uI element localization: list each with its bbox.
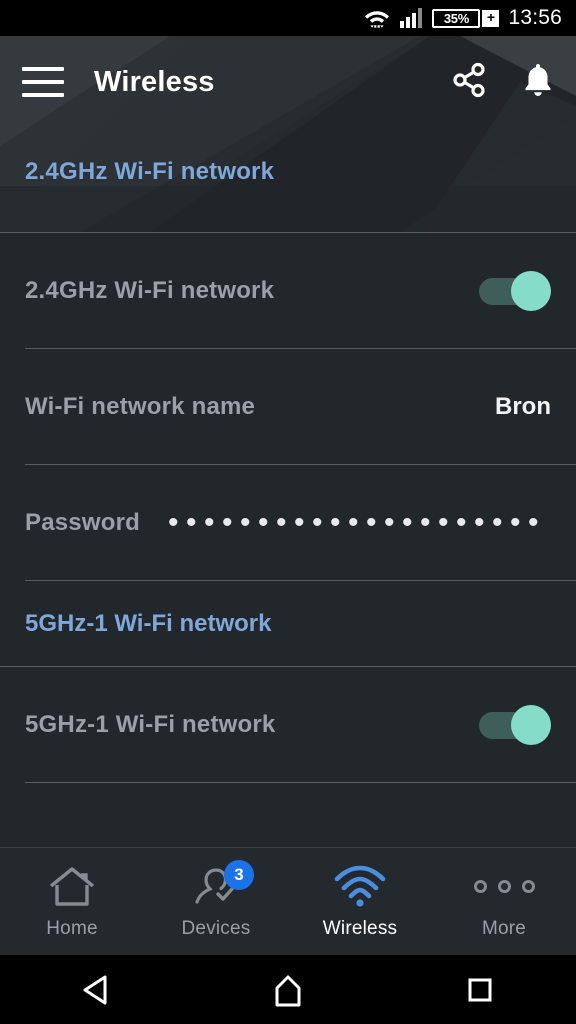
battery-percent: 35% <box>432 8 481 28</box>
nav-label: More <box>481 917 527 939</box>
android-system-nav <box>0 955 576 1024</box>
row-label: 2.4GHz Wi-Fi network <box>25 276 275 304</box>
phone-screen: 35% + 13:56 Wireless 2.4GHz Wi-Fi networ… <box>0 0 576 1024</box>
page-title: Wireless <box>94 65 215 98</box>
person-check-icon: 3 <box>190 859 254 910</box>
wifi-network-name-value: Bron <box>495 392 551 420</box>
status-bar-clock: 13:56 <box>508 6 562 29</box>
wifi-status-icon <box>364 7 390 29</box>
row-label: 5GHz-1 Wi-Fi network <box>25 710 276 738</box>
three-dots-icon <box>473 864 535 910</box>
share-icon[interactable] <box>452 62 488 103</box>
row-24ghz-toggle[interactable]: 2.4GHz Wi-Fi network <box>0 233 576 348</box>
bottom-navigation: Home 3 Devices Wireless More <box>0 847 576 955</box>
row-label: Wi-Fi network name <box>25 392 256 420</box>
toggle-thumb <box>511 704 551 745</box>
header-actions <box>452 62 554 103</box>
notification-bell-icon[interactable] <box>522 62 554 103</box>
row-5ghz1-toggle[interactable]: 5GHz-1 Wi-Fi network <box>0 667 576 782</box>
wifi-icon <box>332 864 388 910</box>
dot <box>497 880 511 893</box>
row-label: Password <box>25 508 140 536</box>
app-header: Wireless 2.4GHz Wi-Fi network <box>0 36 576 232</box>
nav-home[interactable]: Home <box>0 848 144 955</box>
toggle-thumb <box>511 270 551 311</box>
devices-badge: 3 <box>224 859 254 890</box>
row-24ghz-ssid[interactable]: Wi-Fi network name Bron <box>0 349 576 464</box>
nav-wireless[interactable]: Wireless <box>288 848 432 955</box>
divider <box>25 782 576 783</box>
status-bar: 35% + 13:56 <box>0 0 576 36</box>
battery-icon: 35% + <box>432 8 500 28</box>
recents-square-icon[interactable] <box>420 955 540 1024</box>
house-icon <box>46 864 98 910</box>
hamburger-menu-icon[interactable] <box>22 67 64 97</box>
dot <box>473 880 487 893</box>
password-masked-value: ••••••••••••••••••••• <box>167 507 547 538</box>
nav-label: Devices <box>181 917 251 939</box>
nav-more[interactable]: More <box>432 848 576 955</box>
section-header-24ghz: 2.4GHz Wi-Fi network <box>25 158 275 185</box>
nav-label: Home <box>46 917 98 939</box>
settings-list: 2.4GHz Wi-Fi network Wi-Fi network name … <box>0 232 576 783</box>
home-pentagon-icon[interactable] <box>228 955 348 1024</box>
back-triangle-icon[interactable] <box>36 955 156 1024</box>
toggle-24ghz-wifi[interactable] <box>479 270 551 311</box>
battery-charging-plus: + <box>482 9 500 27</box>
app-bar: Wireless <box>0 36 576 128</box>
nav-label: Wireless <box>322 917 398 939</box>
section-header-5ghz1: 5GHz-1 Wi-Fi network <box>25 609 272 637</box>
cellular-signal-icon <box>399 7 423 29</box>
row-24ghz-password[interactable]: Password ••••••••••••••••••••• <box>0 465 576 580</box>
nav-devices[interactable]: 3 Devices <box>144 848 288 955</box>
dot <box>521 880 535 893</box>
toggle-5ghz1-wifi[interactable] <box>479 704 551 745</box>
